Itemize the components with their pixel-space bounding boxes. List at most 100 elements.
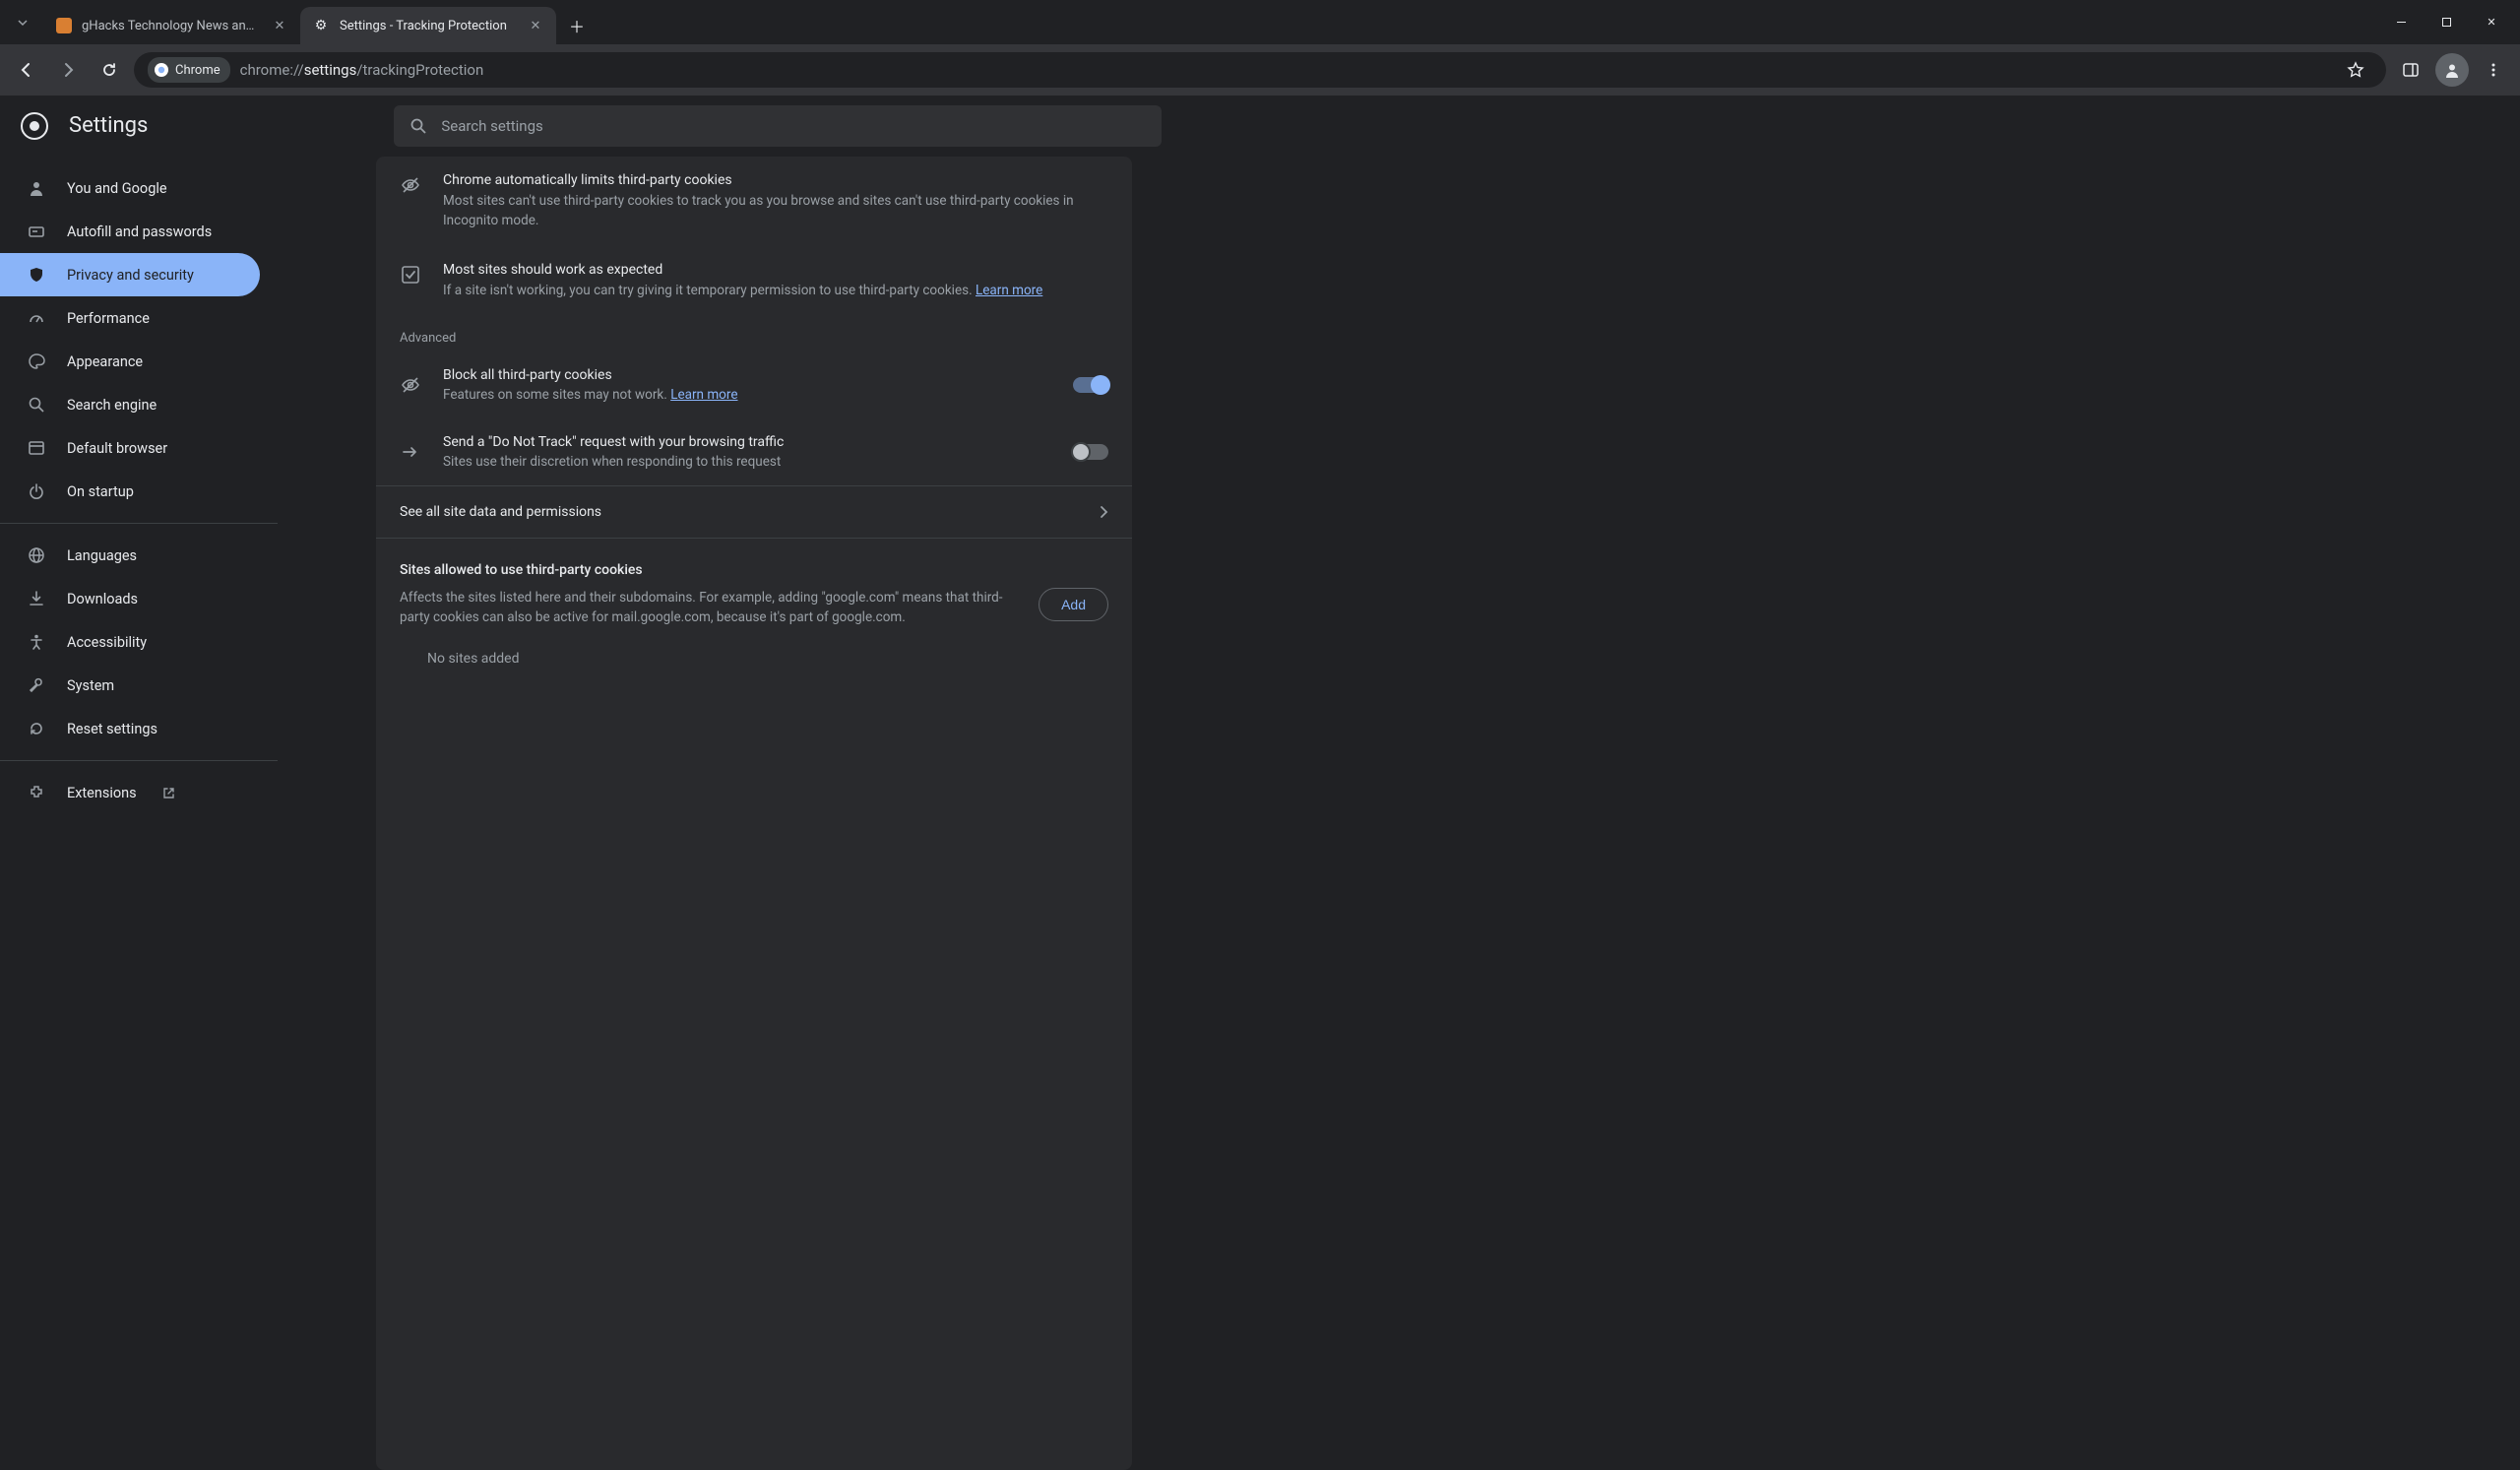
sidebar-item-label: Performance xyxy=(67,310,150,327)
speedometer-icon xyxy=(28,309,47,327)
close-icon[interactable]: ✕ xyxy=(271,17,288,34)
window-close-button[interactable]: ✕ xyxy=(2469,7,2514,38)
url-text: chrome://settings/trackingProtection xyxy=(240,61,484,79)
power-icon xyxy=(28,482,47,500)
checkbox-checked-icon xyxy=(400,262,421,286)
sidebar-separator xyxy=(0,760,278,761)
back-button[interactable] xyxy=(10,53,43,87)
site-chip[interactable]: Chrome xyxy=(148,57,230,83)
sidebar-item-label: Reset settings xyxy=(67,721,158,737)
side-panel-button[interactable] xyxy=(2394,53,2427,87)
sidebar-item-label: Downloads xyxy=(67,591,138,607)
window-minimize-button[interactable] xyxy=(2378,7,2424,38)
favicon-ghacks xyxy=(56,18,72,33)
palette-icon xyxy=(28,352,47,370)
tab-search-dropdown[interactable] xyxy=(0,0,44,44)
sidebar-item-you-and-google[interactable]: You and Google xyxy=(0,166,260,210)
see-all-site-data-link[interactable]: See all site data and permissions xyxy=(376,486,1132,538)
block-all-toggle[interactable] xyxy=(1073,377,1108,393)
sidebar-item-label: Appearance xyxy=(67,353,143,370)
gear-icon: ⚙ xyxy=(312,17,330,34)
sidebar-item-appearance[interactable]: Appearance xyxy=(0,340,260,383)
close-icon[interactable]: ✕ xyxy=(527,17,544,34)
sidebar-item-label: On startup xyxy=(67,483,134,500)
page-title: Settings xyxy=(69,113,148,138)
sidebar-item-system[interactable]: System xyxy=(0,664,260,707)
toggle-heading: Send a "Do Not Track" request with your … xyxy=(443,434,1051,450)
info-row-should-work: Most sites should work as expected If a … xyxy=(376,246,1132,317)
sidebar-separator xyxy=(0,523,278,524)
add-site-button[interactable]: Add xyxy=(1039,588,1108,621)
advanced-label: Advanced xyxy=(376,317,1132,352)
browser-icon xyxy=(28,439,47,457)
new-tab-button[interactable]: ＋ xyxy=(562,11,592,40)
sidebar-item-label: Default browser xyxy=(67,440,167,457)
visibility-off-icon xyxy=(400,374,421,396)
sidebar-item-label: System xyxy=(67,677,114,694)
sidebar-item-downloads[interactable]: Downloads xyxy=(0,577,260,620)
sidebar-item-label: You and Google xyxy=(67,180,167,197)
profile-avatar-button[interactable] xyxy=(2435,53,2469,87)
tab-title: Settings - Tracking Protection xyxy=(340,19,517,33)
shield-icon xyxy=(28,266,47,284)
search-settings-input[interactable]: Search settings xyxy=(394,105,1162,147)
sidebar-item-default-browser[interactable]: Default browser xyxy=(0,426,260,470)
sidebar-item-accessibility[interactable]: Accessibility xyxy=(0,620,260,664)
send-icon xyxy=(400,441,421,463)
address-bar[interactable]: Chrome chrome://settings/trackingProtect… xyxy=(134,52,2386,88)
sidebar-item-label: Privacy and security xyxy=(67,267,194,284)
block-all-third-party-row: Block all third-party cookies Features o… xyxy=(376,352,1132,418)
sidebar-item-label: Languages xyxy=(67,547,137,564)
sidebar-item-label: Accessibility xyxy=(67,634,147,651)
chevron-right-icon xyxy=(1099,505,1108,519)
chrome-logo-icon xyxy=(154,62,169,78)
sidebar-item-label: Autofill and passwords xyxy=(67,224,212,240)
allowed-sites-title: Sites allowed to use third-party cookies xyxy=(376,539,1132,586)
person-icon xyxy=(28,179,47,197)
sidebar-item-extensions[interactable]: Extensions xyxy=(0,771,260,814)
allowed-sites-description: Affects the sites listed here and their … xyxy=(400,588,1019,628)
overflow-menu-button[interactable] xyxy=(2477,53,2510,87)
learn-more-link[interactable]: Learn more xyxy=(670,387,737,403)
window-maximize-button[interactable] xyxy=(2424,7,2469,38)
reset-icon xyxy=(28,720,47,737)
sidebar-item-search-engine[interactable]: Search engine xyxy=(0,383,260,426)
do-not-track-row: Send a "Do Not Track" request with your … xyxy=(376,418,1132,485)
sidebar-item-autofill[interactable]: Autofill and passwords xyxy=(0,210,260,253)
learn-more-link[interactable]: Learn more xyxy=(976,283,1042,298)
forward-button[interactable] xyxy=(51,53,85,87)
tab-settings[interactable]: ⚙ Settings - Tracking Protection ✕ xyxy=(300,7,556,44)
sidebar-item-reset[interactable]: Reset settings xyxy=(0,707,260,750)
chrome-logo-icon xyxy=(20,111,49,141)
extension-icon xyxy=(28,784,47,801)
search-placeholder: Search settings xyxy=(441,117,542,135)
info-body: If a site isn't working, you can try giv… xyxy=(443,282,1108,301)
sidebar-item-label: Search engine xyxy=(67,397,157,414)
accessibility-icon xyxy=(28,633,47,651)
sidebar-item-performance[interactable]: Performance xyxy=(0,296,260,340)
toggle-sub: Features on some sites may not work. Lea… xyxy=(443,387,1051,403)
sidebar-item-on-startup[interactable]: On startup xyxy=(0,470,260,513)
no-sites-added-label: No sites added xyxy=(376,627,1132,667)
tab-ghacks[interactable]: gHacks Technology News and Advice ✕ xyxy=(44,7,300,44)
tab-title: gHacks Technology News and Advice xyxy=(82,19,261,33)
tracking-protection-card: Chrome automatically limits third-party … xyxy=(376,157,1132,1470)
sidebar-item-languages[interactable]: Languages xyxy=(0,534,260,577)
do-not-track-toggle[interactable] xyxy=(1073,444,1108,460)
search-icon xyxy=(28,396,47,414)
toggle-sub: Sites use their discretion when respondi… xyxy=(443,454,1051,470)
info-body: Most sites can't use third-party cookies… xyxy=(443,192,1108,230)
external-link-icon xyxy=(162,787,175,799)
search-icon xyxy=(410,117,427,135)
sidebar-item-label: Extensions xyxy=(67,785,137,801)
info-heading: Most sites should work as expected xyxy=(443,262,1108,278)
link-row-label: See all site data and permissions xyxy=(400,504,601,520)
download-icon xyxy=(28,590,47,607)
toggle-heading: Block all third-party cookies xyxy=(443,367,1051,383)
site-chip-label: Chrome xyxy=(175,63,220,78)
info-heading: Chrome automatically limits third-party … xyxy=(443,172,1108,188)
bookmark-star-button[interactable] xyxy=(2339,53,2372,87)
reload-button[interactable] xyxy=(93,53,126,87)
visibility-off-icon xyxy=(400,172,421,196)
sidebar-item-privacy-security[interactable]: Privacy and security xyxy=(0,253,260,296)
